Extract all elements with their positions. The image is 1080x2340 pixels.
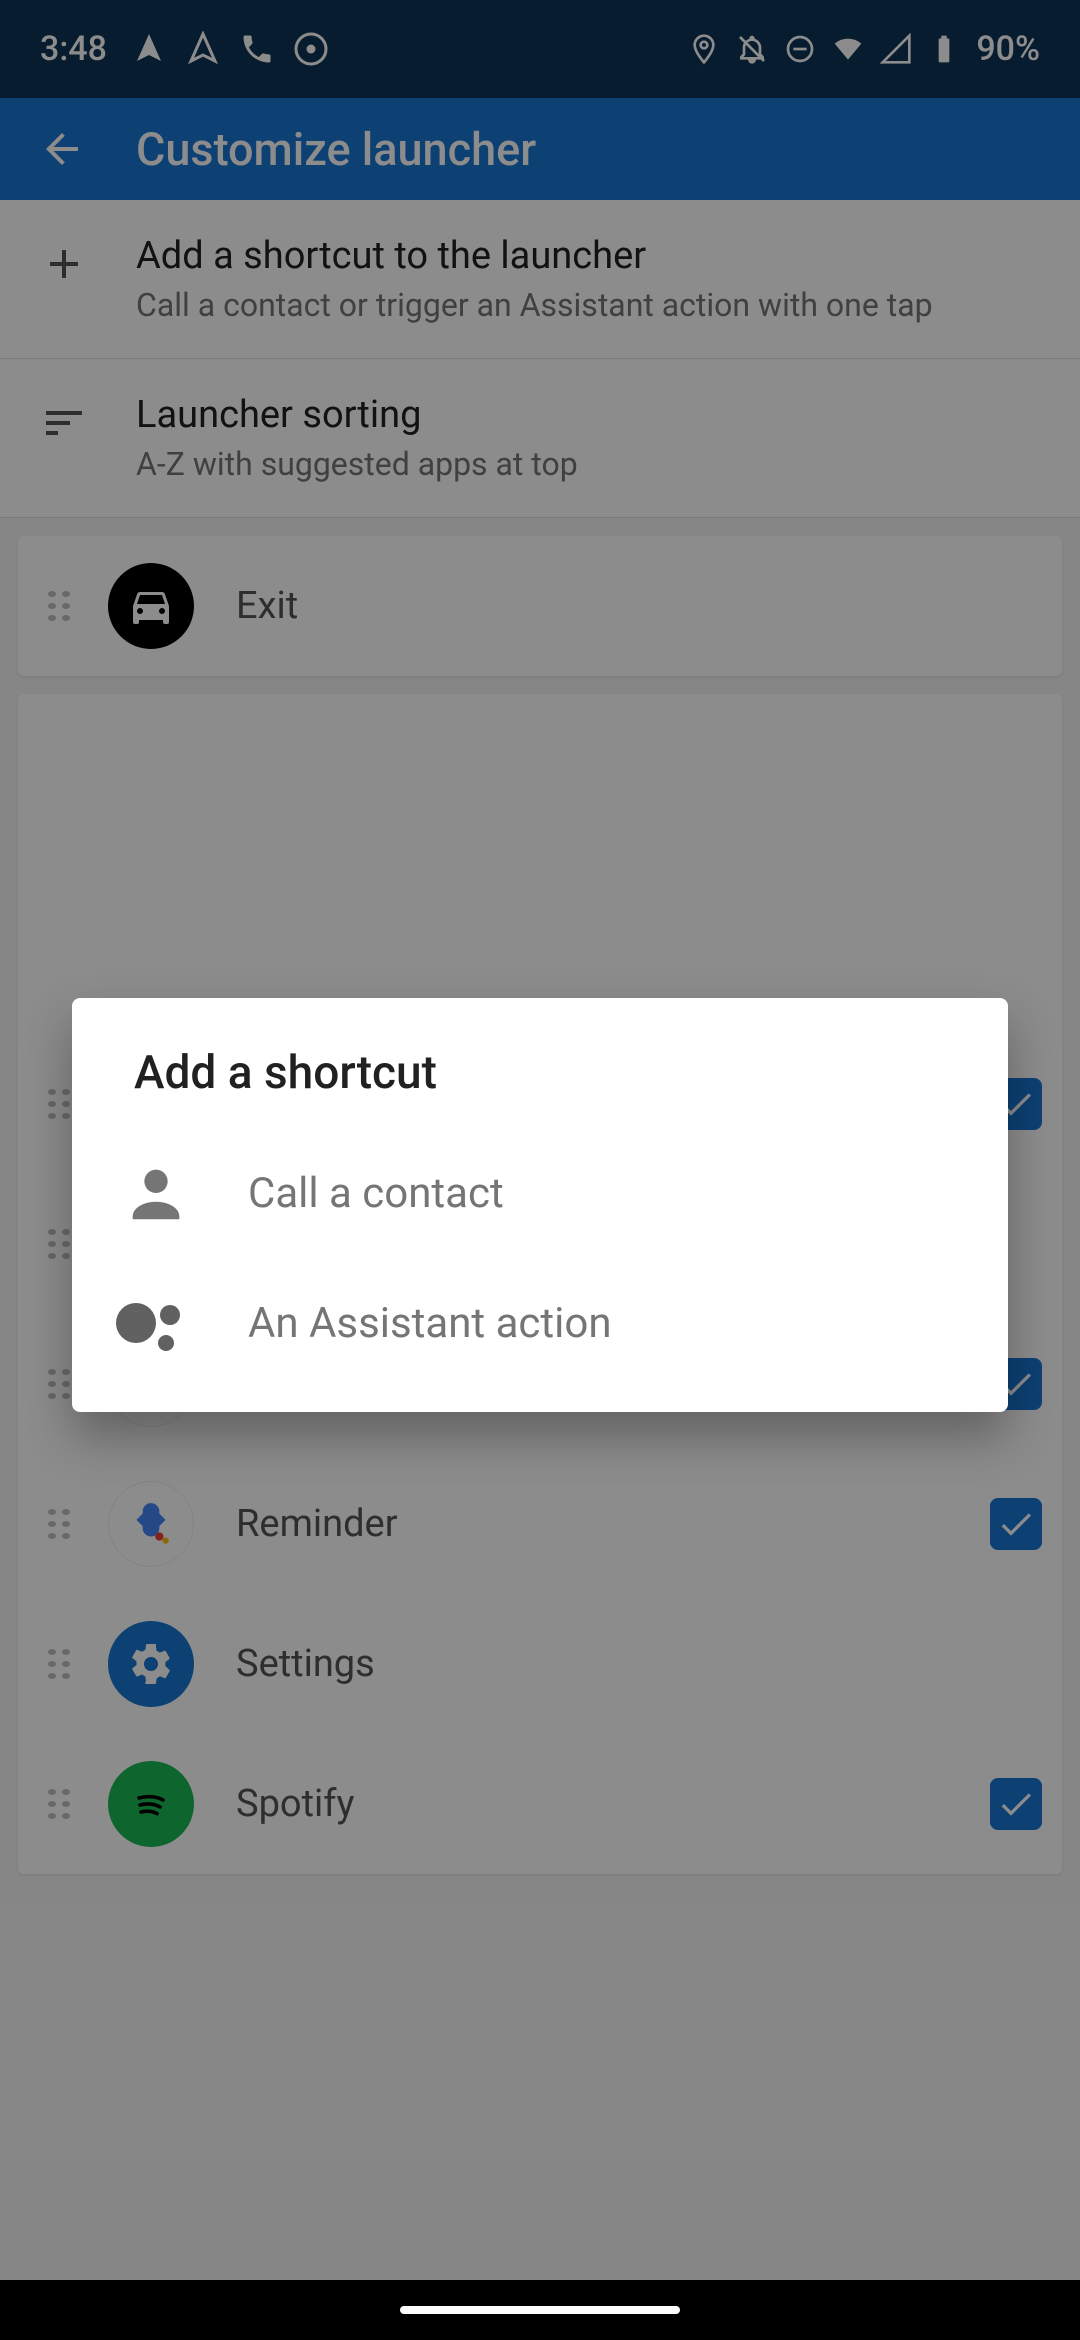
navigation-bar — [0, 2280, 1080, 2340]
dialog-option-assistant-action[interactable]: An Assistant action — [72, 1258, 1008, 1388]
dialog-title: Add a shortcut — [72, 1046, 1008, 1128]
assistant-icon — [116, 1283, 196, 1363]
dialog-option-call-contact[interactable]: Call a contact — [72, 1128, 1008, 1258]
add-shortcut-dialog: Add a shortcut Call a contact An Assista… — [72, 998, 1008, 1412]
dialog-option-label: Call a contact — [248, 1169, 504, 1218]
home-indicator[interactable] — [400, 2306, 680, 2314]
dialog-option-label: An Assistant action — [248, 1299, 612, 1348]
person-icon — [116, 1153, 196, 1233]
